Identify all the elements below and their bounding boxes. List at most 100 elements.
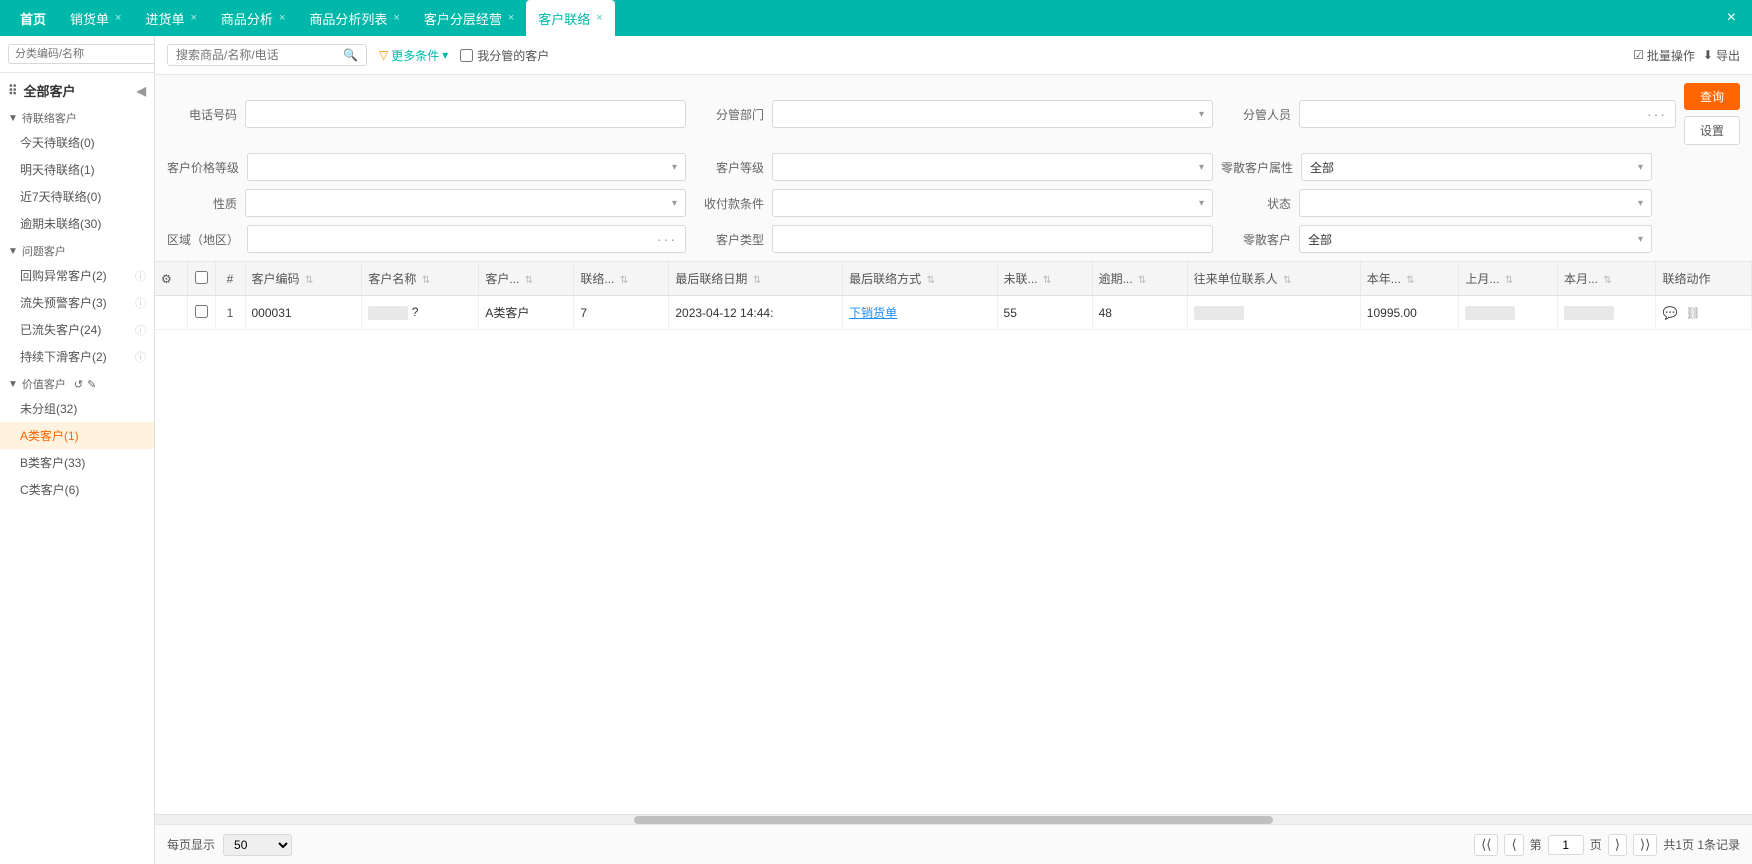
row-checkbox-cell	[187, 296, 215, 330]
phone-input[interactable]	[245, 100, 686, 128]
sidebar-item-7day-contact[interactable]: 近7天待联络(0)	[0, 183, 154, 210]
query-button[interactable]: 查询	[1684, 83, 1740, 110]
last-page-button[interactable]: ⟩⟩	[1633, 834, 1657, 856]
sidebar-item-declining[interactable]: 持续下滑客户(2) ⓘ	[0, 343, 154, 370]
edit-icon[interactable]: ✎	[87, 378, 96, 391]
col-uncontacted[interactable]: 未联... ⇅	[997, 262, 1092, 296]
select-all-checkbox[interactable]	[195, 271, 208, 284]
batch-op-button[interactable]: ☑ 批量操作	[1633, 47, 1695, 64]
main-search-input[interactable]	[176, 48, 339, 62]
all-customers-label[interactable]: 全部客户	[24, 81, 76, 100]
close-customer-contact-icon[interactable]: ×	[596, 12, 602, 24]
my-customers-checkbox[interactable]: 我分管的客户	[460, 47, 549, 64]
sidebar-item-unclassified[interactable]: 未分组(32)	[0, 395, 154, 422]
nature-select[interactable]: ▾	[245, 189, 686, 217]
nav-sales-order[interactable]: 销货单 ×	[58, 0, 133, 36]
col-overdue[interactable]: 逾期... ⇅	[1092, 262, 1187, 296]
table-row: 1 000031 ? A类客户 7	[155, 296, 1752, 330]
sort-last-month-icon: ⇅	[1505, 275, 1513, 286]
scrollbar-thumb[interactable]	[634, 816, 1273, 824]
manager-dots-icon: ···	[1647, 106, 1667, 122]
row-checkbox[interactable]	[195, 305, 208, 318]
page-label-last: 页	[1590, 836, 1602, 853]
close-all-button[interactable]: ×	[1719, 9, 1744, 27]
nav-product-analysis[interactable]: 商品分析 ×	[209, 0, 297, 36]
close-product-analysis-icon[interactable]: ×	[279, 12, 285, 24]
row-this-year-cell: 10995.00	[1360, 296, 1459, 330]
price-level-label: 客户价格等级	[167, 159, 239, 176]
close-purchase-order-icon[interactable]: ×	[190, 12, 196, 24]
col-code[interactable]: 客户编码 ⇅	[245, 262, 362, 296]
col-name[interactable]: 客户名称 ⇅	[362, 262, 479, 296]
close-product-analysis-list-icon[interactable]: ×	[393, 12, 399, 24]
prev-page-button[interactable]: ⟨	[1504, 834, 1523, 856]
status-select[interactable]: ▾	[1299, 189, 1652, 217]
comment-icon[interactable]: 💬	[1662, 306, 1677, 320]
export-button[interactable]: ⬇ 导出	[1703, 47, 1740, 64]
col-this-month[interactable]: 本月... ⇅	[1557, 262, 1656, 296]
price-level-arrow-icon: ▾	[672, 162, 677, 173]
sidebar-item-churn-warning[interactable]: 流失预警客户(3) ⓘ	[0, 289, 154, 316]
sidebar-item-churned[interactable]: 已流失客户(24) ⓘ	[0, 316, 154, 343]
sidebar-item-overdue-contact[interactable]: 逾期未联络(30)	[0, 210, 154, 237]
col-this-year[interactable]: 本年... ⇅	[1360, 262, 1459, 296]
refresh-icon[interactable]: ↺	[74, 378, 83, 391]
customer-type-input[interactable]	[772, 225, 1213, 253]
price-level-select[interactable]: ▾	[247, 153, 686, 181]
horizontal-scrollbar[interactable]	[155, 814, 1752, 824]
payment-select[interactable]: ▾	[772, 189, 1213, 217]
sidebar-collapse-icon[interactable]: ◀	[137, 84, 146, 98]
dept-select[interactable]: ▾	[772, 100, 1213, 128]
sidebar-item-a-class[interactable]: A类客户(1)	[0, 422, 154, 449]
col-level[interactable]: 客户... ⇅	[479, 262, 574, 296]
manager-input[interactable]: ···	[1299, 100, 1676, 128]
retail-customer-select[interactable]: 全部 ▾	[1299, 225, 1652, 253]
my-customers-check[interactable]	[460, 49, 473, 62]
nav-product-analysis-list[interactable]: 商品分析列表 ×	[297, 0, 411, 36]
col-last-date[interactable]: 最后联络日期 ⇅	[669, 262, 843, 296]
nature-label: 性质	[167, 195, 237, 212]
sidebar-item-tomorrow-contact[interactable]: 明天待联络(1)	[0, 156, 154, 183]
sidebar-item-b-class[interactable]: B类客户(33)	[0, 449, 154, 476]
sidebar-item-today-contact[interactable]: 今天待联络(0)	[0, 129, 154, 156]
sort-last-method-icon: ⇅	[926, 275, 934, 286]
settings-col-header[interactable]: ⚙	[155, 262, 187, 296]
page-size-label: 每页显示	[167, 836, 215, 853]
col-last-month[interactable]: 上月... ⇅	[1459, 262, 1558, 296]
row-overdue-cell: 48	[1092, 296, 1187, 330]
last-method-link[interactable]: 下销货单	[849, 306, 897, 320]
info-icon-3: ⓘ	[135, 322, 146, 338]
close-sales-order-icon[interactable]: ×	[115, 12, 121, 24]
nav-customer-contact[interactable]: 客户联络 ×	[526, 0, 614, 36]
sidebar-item-c-class[interactable]: C类客户(6)	[0, 476, 154, 503]
retail-customer-label: 零散客户	[1221, 231, 1291, 248]
next-page-button[interactable]: ⟩	[1608, 834, 1627, 856]
sidebar-search-input[interactable]	[8, 44, 155, 64]
region-input[interactable]: ···	[247, 225, 686, 253]
retail-attr-select[interactable]: 全部 ▾	[1301, 153, 1652, 181]
page-size-select[interactable]: 50 10 20 100	[223, 834, 292, 856]
filter-row-nature: 性质 ▾	[167, 189, 686, 217]
more-filters-button[interactable]: ▽ 更多条件 ▾	[379, 47, 448, 64]
col-contact-person[interactable]: 往来单位联系人 ⇅	[1187, 262, 1360, 296]
filter-row-manager: 分管人员 ··· 查询 设置	[1221, 83, 1740, 145]
col-contact[interactable]: 联络... ⇅	[574, 262, 669, 296]
sort-code-icon: ⇅	[305, 275, 313, 286]
nav-home[interactable]: 首页	[8, 0, 58, 36]
close-customer-segment-icon[interactable]: ×	[508, 12, 514, 24]
customer-level-select[interactable]: ▾	[772, 153, 1213, 181]
row-contact-person-cell	[1187, 296, 1360, 330]
sidebar-item-repurchase-abnormal[interactable]: 回购异常客户(2) ⓘ	[0, 262, 154, 289]
main-search-icon[interactable]: 🔍	[343, 48, 358, 62]
first-page-button[interactable]: ⟨⟨	[1474, 834, 1498, 856]
page-number-input[interactable]	[1548, 835, 1584, 855]
nature-arrow-icon: ▾	[672, 198, 677, 209]
nav-purchase-order[interactable]: 进货单 ×	[133, 0, 208, 36]
filter-row-status: 状态 ▾	[1221, 189, 1740, 217]
top-navigation: 首页 销货单 × 进货单 × 商品分析 × 商品分析列表 × 客户分层经营 × …	[0, 0, 1752, 36]
nav-customer-segment[interactable]: 客户分层经营 ×	[412, 0, 526, 36]
table-settings-icon[interactable]: ⚙	[161, 272, 172, 286]
settings-button[interactable]: 设置	[1684, 116, 1740, 145]
link-icon[interactable]: ⛓	[1685, 306, 1700, 320]
col-last-method[interactable]: 最后联络方式 ⇅	[843, 262, 997, 296]
